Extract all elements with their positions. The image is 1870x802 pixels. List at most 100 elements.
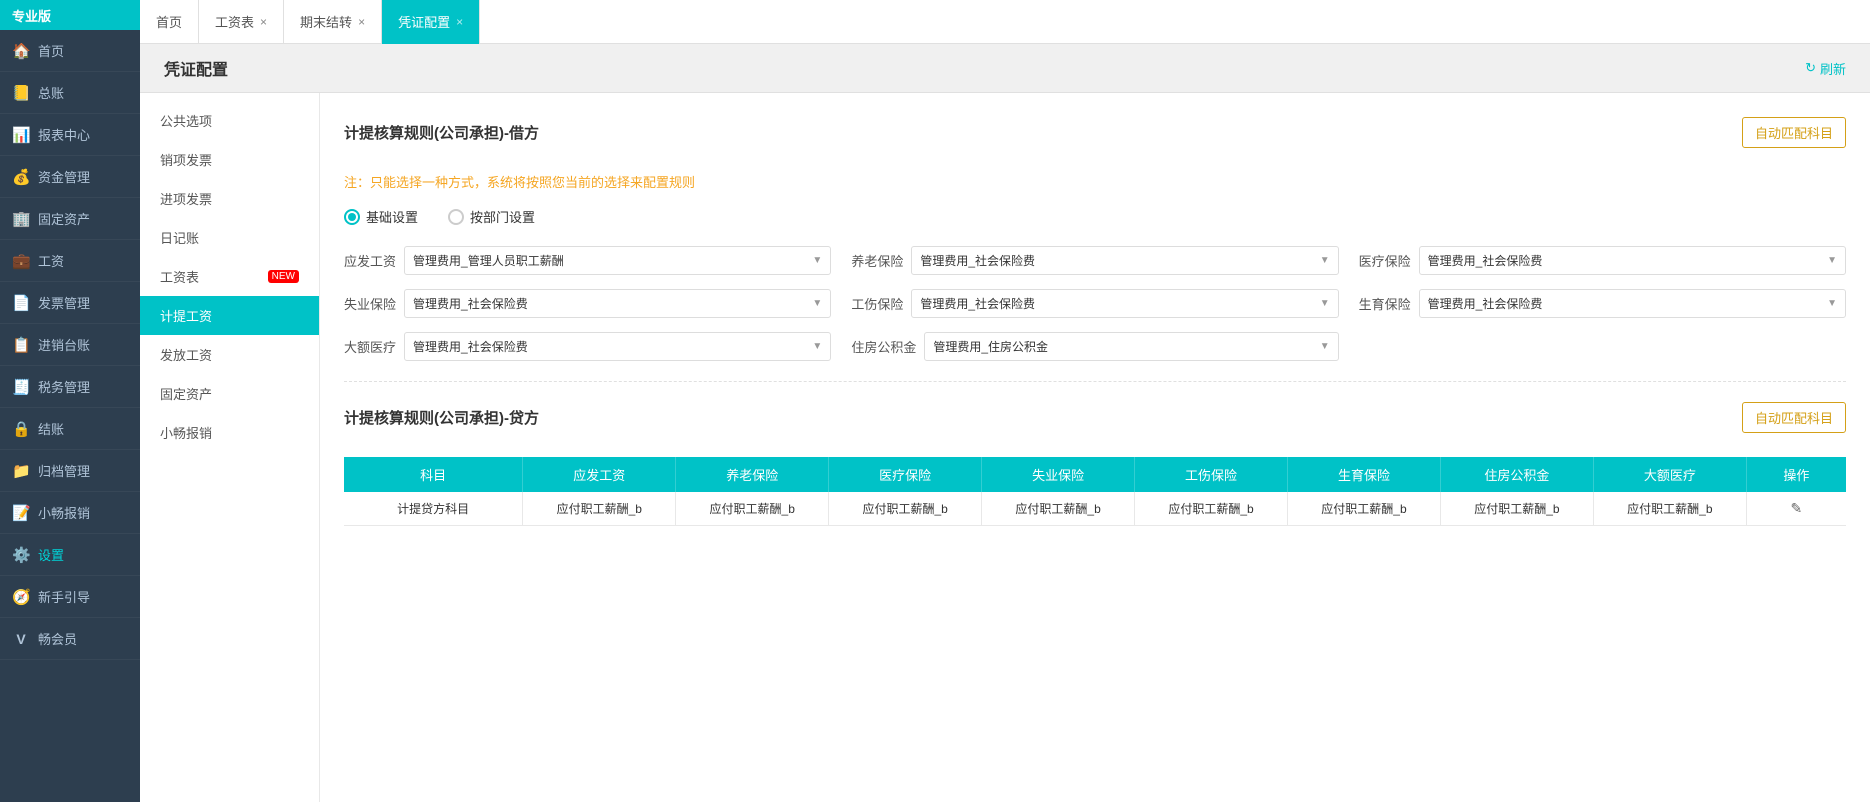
sidebar-item-label: 畅会员: [38, 629, 77, 648]
field-select-shiye[interactable]: 管理费用_社会保险费 ▼: [404, 289, 831, 318]
radio-basic-label: 基础设置: [366, 207, 418, 226]
content-layout: 公共选项 销项发票 进项发票 日记账 工资表 NEW 计提工资 发放工资 固: [140, 93, 1870, 802]
sidebar-item-xiao-chang[interactable]: 📝 小畅报销: [0, 492, 140, 534]
left-nav-sales-invoice[interactable]: 销项发票: [140, 140, 319, 179]
field-row-yingfa: 应发工资 管理费用_管理人员职工薪酬 ▼: [344, 246, 831, 275]
left-nav-payroll-table[interactable]: 工资表 NEW: [140, 257, 319, 296]
field-row-yanglao: 养老保险 管理费用_社会保险费 ▼: [851, 246, 1338, 275]
field-select-value-zhufang: 管理费用_住房公积金: [933, 338, 1315, 355]
field-label-shiye: 失业保险: [344, 294, 396, 313]
sidebar: 专业版 🏠 首页 📒 总账 📊 报表中心 💰 资金管理 🏢 固定资产 💼 工资 …: [0, 0, 140, 802]
section2-header: 计提核算规则(公司承担)-贷方 自动匹配科目: [344, 402, 1846, 445]
field-select-value-shiye: 管理费用_社会保险费: [413, 295, 808, 312]
section1: 计提核算规则(公司承担)-借方 自动匹配科目 注：只能选择一种方式，系统将按照您…: [344, 117, 1846, 361]
right-content: 计提核算规则(公司承担)-借方 自动匹配科目 注：只能选择一种方式，系统将按照您…: [320, 93, 1870, 802]
table-cell-yanglao: 应付职工薪酬_b: [676, 492, 829, 525]
chevron-down-icon: ▼: [1320, 255, 1330, 266]
table-cell-shengyu: 应付职工薪酬_b: [1288, 492, 1441, 525]
tab-home[interactable]: 首页: [140, 0, 199, 44]
table-header-yanglao: 养老保险: [676, 457, 829, 492]
section1-title: 计提核算规则(公司承担)-借方: [344, 122, 539, 143]
invoice-icon: 📄: [12, 294, 30, 312]
field-row-gongshang: 工伤保险 管理费用_社会保险费 ▼: [851, 289, 1338, 318]
left-navigation: 公共选项 销项发票 进项发票 日记账 工资表 NEW 计提工资 发放工资 固: [140, 93, 320, 802]
sidebar-item-payroll[interactable]: 💼 工资: [0, 240, 140, 282]
table-cell-edit[interactable]: ✎: [1747, 492, 1846, 525]
payroll-icon: 💼: [12, 252, 30, 270]
tab-payroll-close-icon[interactable]: ×: [260, 15, 267, 29]
table-row: 计提贷方科目 应付职工薪酬_b 应付职工薪酬_b 应付职工薪酬_b 应付职工薪酬…: [344, 492, 1846, 526]
field-select-yanglao[interactable]: 管理费用_社会保险费 ▼: [911, 246, 1338, 275]
guide-icon: 🧭: [12, 588, 30, 606]
chevron-down-icon: ▼: [812, 298, 822, 309]
sidebar-item-label: 归档管理: [38, 461, 90, 480]
sidebar-item-invoice-mgmt[interactable]: 📄 发票管理: [0, 282, 140, 324]
section1-auto-match-button[interactable]: 自动匹配科目: [1742, 117, 1846, 148]
reports-icon: 📊: [12, 126, 30, 144]
table-header-zhufang: 住房公积金: [1441, 457, 1594, 492]
left-nav-calc-payroll[interactable]: 计提工资: [140, 296, 319, 335]
field-select-yiliao[interactable]: 管理费用_社会保险费 ▼: [1419, 246, 1846, 275]
sidebar-item-label: 结账: [38, 419, 64, 438]
field-select-yingfa[interactable]: 管理费用_管理人员职工薪酬 ▼: [404, 246, 831, 275]
radio-basic-circle[interactable]: [344, 209, 360, 225]
field-select-value-shengyu: 管理费用_社会保险费: [1428, 295, 1823, 312]
sidebar-item-settings[interactable]: ⚙️ 设置: [0, 534, 140, 576]
sidebar-item-close[interactable]: 🔒 结账: [0, 408, 140, 450]
chevron-down-icon: ▼: [1320, 341, 1330, 352]
purchase-sales-icon: 📋: [12, 336, 30, 354]
left-nav-petty-expense[interactable]: 小畅报销: [140, 413, 319, 452]
field-label-yiliao: 医疗保险: [1359, 251, 1411, 270]
left-nav-label: 工资表: [160, 267, 199, 286]
tab-period-close[interactable]: 期末结转 ×: [284, 0, 382, 44]
sidebar-item-reports[interactable]: 📊 报表中心: [0, 114, 140, 156]
radio-dept[interactable]: 按部门设置: [448, 207, 535, 226]
sidebar-item-general-ledger[interactable]: 📒 总账: [0, 72, 140, 114]
page-header: 凭证配置 ↻ 刷新: [140, 44, 1870, 93]
section2-auto-match-button[interactable]: 自动匹配科目: [1742, 402, 1846, 433]
radio-dept-circle[interactable]: [448, 209, 464, 225]
field-select-zhufang[interactable]: 管理费用_住房公积金 ▼: [924, 332, 1338, 361]
table-cell-kemu: 计提贷方科目: [344, 492, 523, 525]
table-cell-gongshang: 应付职工薪酬_b: [1135, 492, 1288, 525]
left-nav-label: 日记账: [160, 228, 199, 247]
table-cell-daeyiliao: 应付职工薪酬_b: [1594, 492, 1747, 525]
radio-basic[interactable]: 基础设置: [344, 207, 418, 226]
tab-period-close-icon[interactable]: ×: [358, 15, 365, 29]
sidebar-item-label: 新手引导: [38, 587, 90, 606]
field-select-daeyiliao[interactable]: 管理费用_社会保险费 ▼: [404, 332, 831, 361]
sidebar-item-capital[interactable]: 💰 资金管理: [0, 156, 140, 198]
sidebar-item-guide[interactable]: 🧭 新手引导: [0, 576, 140, 618]
field-select-shengyu[interactable]: 管理费用_社会保险费 ▼: [1419, 289, 1846, 318]
tab-payroll-table[interactable]: 工资表 ×: [199, 0, 284, 44]
left-nav-pay-payroll[interactable]: 发放工资: [140, 335, 319, 374]
left-nav-journal[interactable]: 日记账: [140, 218, 319, 257]
sidebar-item-label: 设置: [38, 545, 64, 564]
tab-voucher-config-label: 凭证配置: [398, 12, 450, 31]
tab-payroll-table-label: 工资表: [215, 12, 254, 31]
sidebar-item-archive[interactable]: 📁 归档管理: [0, 450, 140, 492]
xiao-chang-icon: 📝: [12, 504, 30, 522]
ledger-icon: 📒: [12, 84, 30, 102]
sidebar-item-label: 首页: [38, 41, 64, 60]
sidebar-item-tax-mgmt[interactable]: 🧾 税务管理: [0, 366, 140, 408]
left-nav-public-options[interactable]: 公共选项: [140, 101, 319, 140]
sidebar-item-member[interactable]: V 畅会员: [0, 618, 140, 660]
field-select-gongshang[interactable]: 管理费用_社会保险费 ▼: [911, 289, 1338, 318]
sidebar-item-label: 小畅报销: [38, 503, 90, 522]
capital-icon: 💰: [12, 168, 30, 186]
tab-voucher-config[interactable]: 凭证配置 ×: [382, 0, 480, 44]
refresh-button[interactable]: ↻ 刷新: [1805, 59, 1846, 78]
field-grid: 应发工资 管理费用_管理人员职工薪酬 ▼ 养老保险 管理费用_社会保险费 ▼: [344, 246, 1846, 361]
field-row-shiye: 失业保险 管理费用_社会保险费 ▼: [344, 289, 831, 318]
section2-title: 计提核算规则(公司承担)-贷方: [344, 407, 539, 428]
tab-voucher-config-close-icon[interactable]: ×: [456, 15, 463, 29]
left-nav-purchase-invoice[interactable]: 进项发票: [140, 179, 319, 218]
sidebar-item-fixed-assets[interactable]: 🏢 固定资产: [0, 198, 140, 240]
left-nav-fixed-assets-nav[interactable]: 固定资产: [140, 374, 319, 413]
sidebar-item-label: 进销台账: [38, 335, 90, 354]
sidebar-item-purchase-sales[interactable]: 📋 进销台账: [0, 324, 140, 366]
table-cell-zhufang: 应付职工薪酬_b: [1441, 492, 1594, 525]
edit-icon[interactable]: ✎: [1791, 500, 1803, 516]
sidebar-item-home[interactable]: 🏠 首页: [0, 30, 140, 72]
